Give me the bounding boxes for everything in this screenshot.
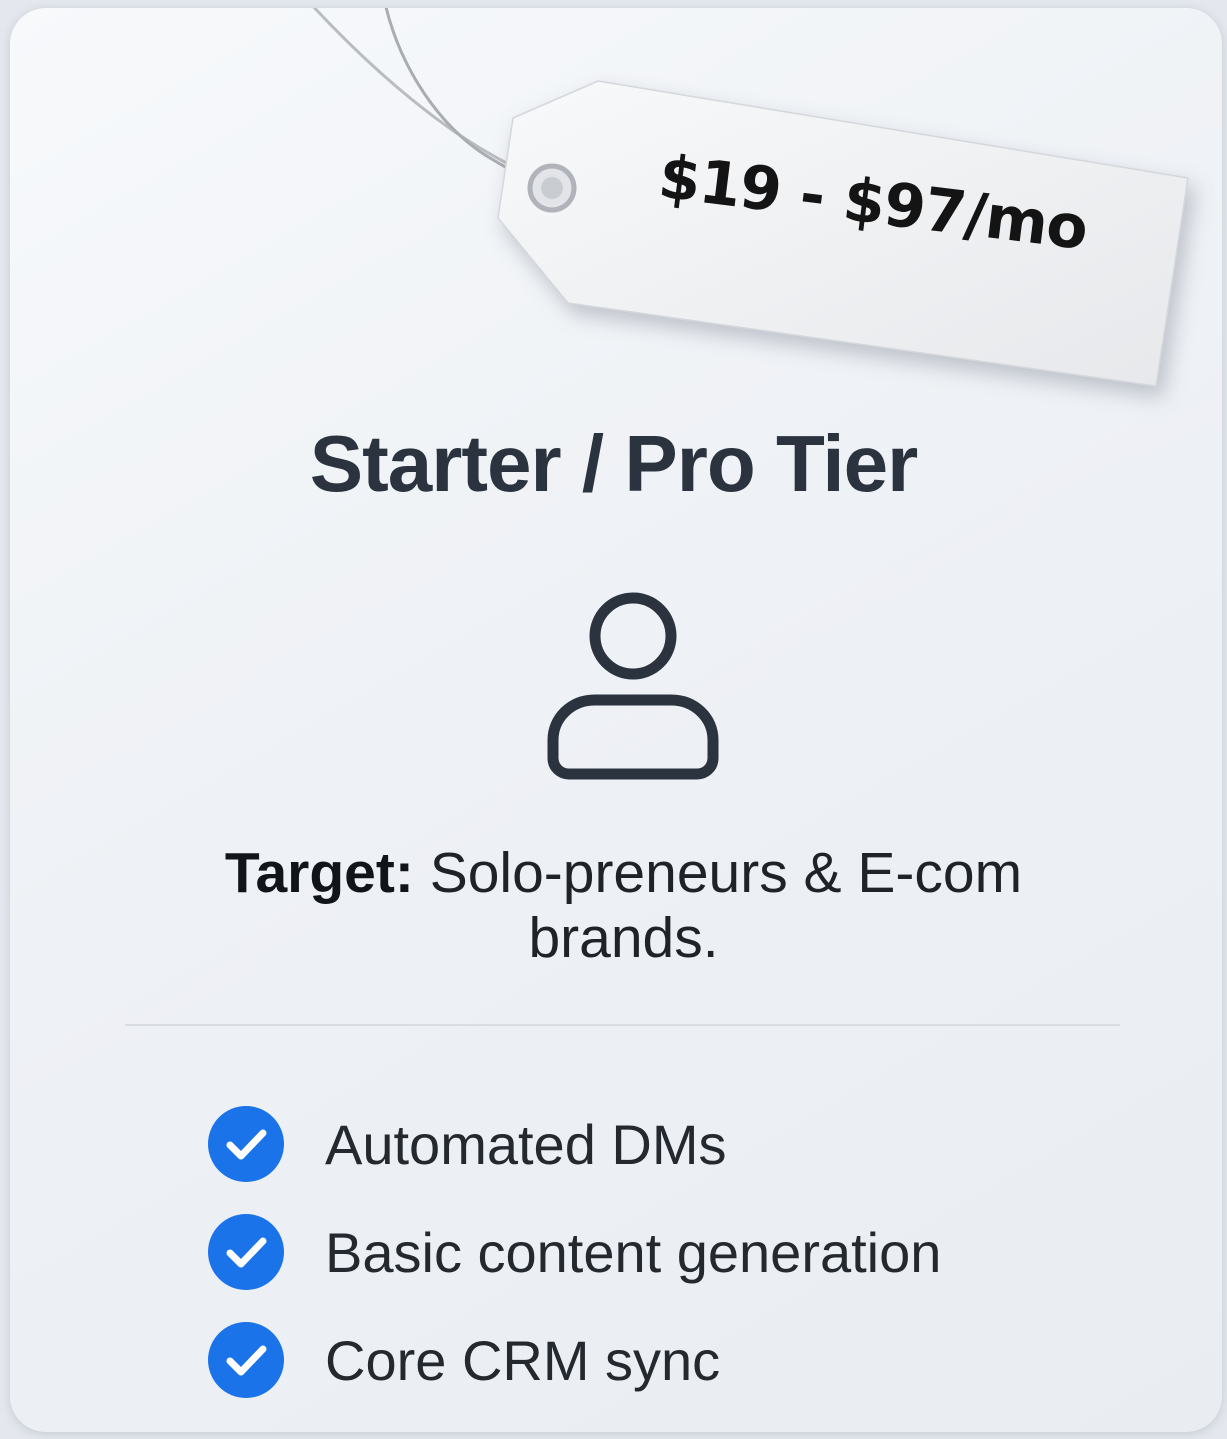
check-circle-icon [208, 1106, 284, 1182]
check-circle-icon [208, 1214, 284, 1290]
feature-label: Core CRM sync [325, 1328, 721, 1392]
target-text: Solo-preneurs & E-com brands. [429, 841, 1023, 970]
tier-title: Starter / Pro Tier [309, 419, 918, 508]
target-description: Target: Solo-preneurs & E-com brands. [180, 841, 1067, 971]
feature-item: Core CRM sync [207, 1306, 941, 1414]
pricing-card: $19 - $97/mo Starter / Pro Tier Target: … [10, 8, 1222, 1432]
divider [125, 1024, 1120, 1026]
feature-item: Basic content generation [207, 1198, 941, 1306]
feature-label: Automated DMs [325, 1112, 727, 1176]
feature-item: Automated DMs [207, 1090, 941, 1198]
target-label: Target: [224, 841, 414, 905]
feature-list: Automated DMs Basic content generation C… [207, 1090, 941, 1414]
user-icon [547, 592, 719, 780]
feature-label: Basic content generation [325, 1220, 942, 1284]
price-tag: $19 - $97/mo [488, 78, 1198, 398]
check-circle-icon [208, 1322, 284, 1398]
